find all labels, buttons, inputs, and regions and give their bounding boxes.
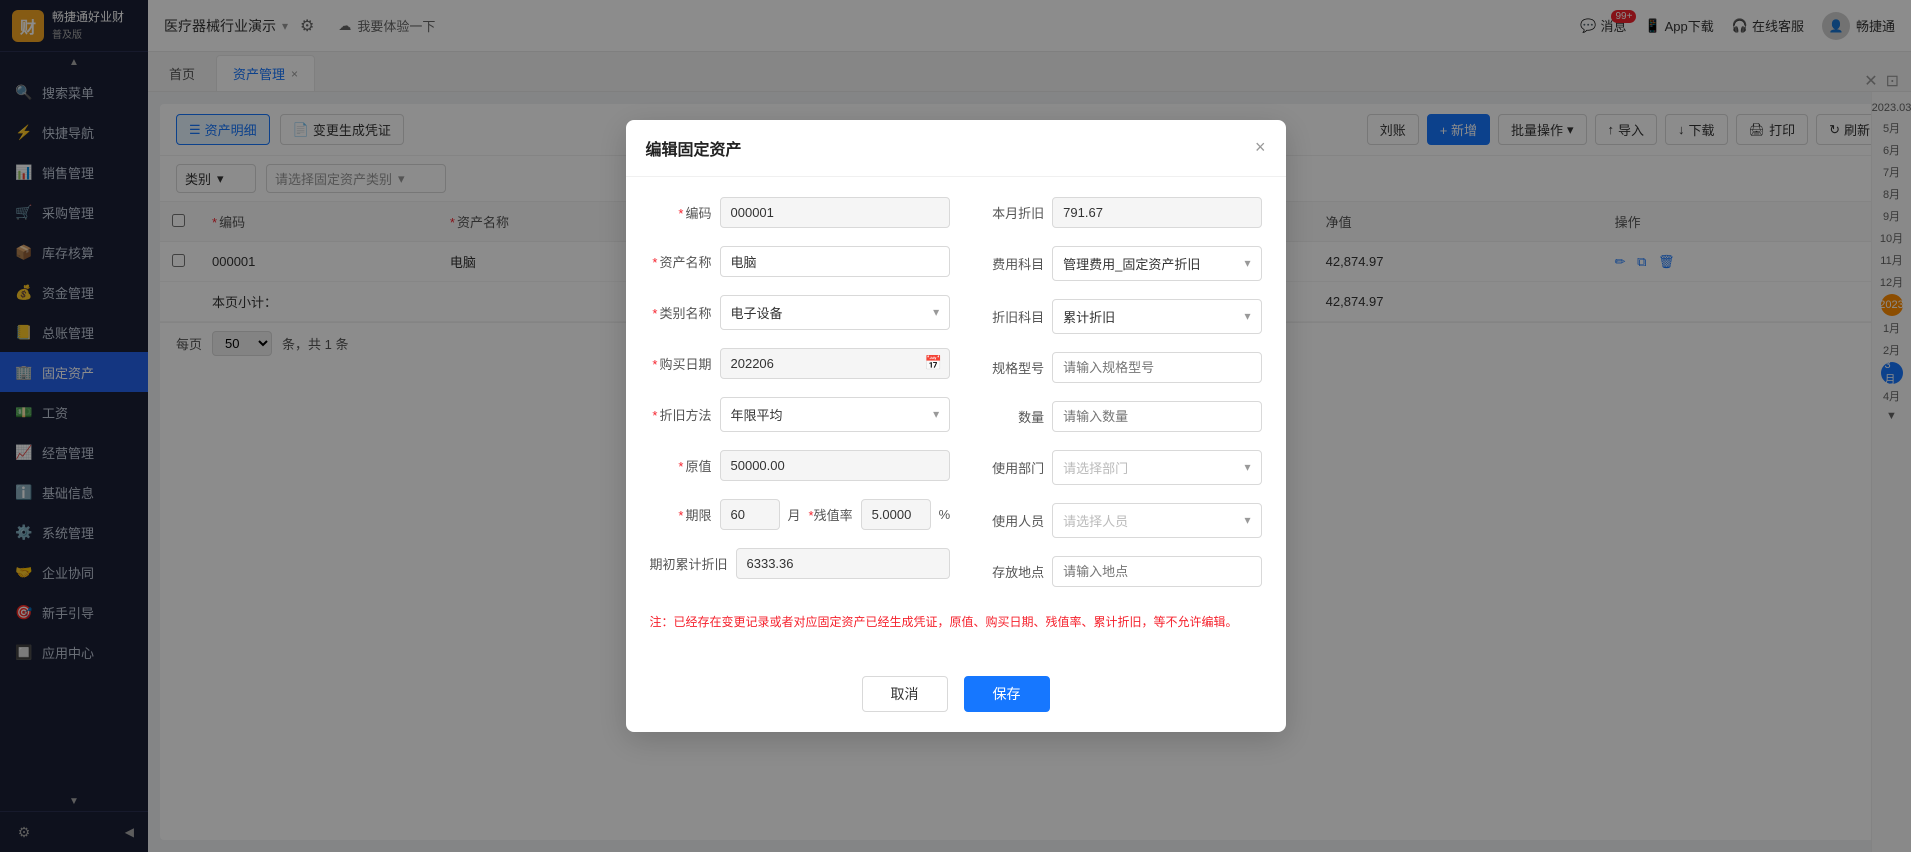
user-label: 使用人员 [982,511,1052,530]
name-label: *资产名称 [650,252,720,271]
residual-rate-input[interactable] [861,499,931,530]
form-row-location: 存放地点 [982,556,1261,587]
form-row-original-value: *原值 [650,450,951,481]
name-input[interactable] [720,246,951,277]
spec-input[interactable] [1052,352,1261,383]
form-row-dept: 使用部门 请选择部门 ▾ [982,450,1261,485]
form-row-user: 使用人员 请选择人员 ▾ [982,503,1261,538]
quantity-label: 数量 [982,407,1052,426]
residual-rate-unit: % [939,507,951,522]
purchase-date-input-wrapper: 📅 [720,348,951,379]
form-row-category: *类别名称 电子设备 ▾ [650,295,951,330]
dept-label: 使用部门 [982,458,1052,477]
original-value-label: *原值 [650,456,720,475]
dep-method-arrow: ▾ [933,407,939,421]
modal-title: 编辑固定资产 [646,136,1255,160]
modal-header: 编辑固定资产 × [626,120,1286,177]
period-inline: 月 *残值率 % [720,499,951,530]
form-row-period: *期限 月 *残值率 % [650,499,951,530]
modal-right-col: 本月折旧 费用科目 管理费用_固定资产折旧 ▾ [982,197,1261,605]
form-row-opening-accum-dep: 期初累计折旧 [650,548,951,579]
period-input[interactable] [720,499,780,530]
modal-close-button[interactable]: × [1255,137,1266,158]
residual-rate-label: *残值率 [809,505,853,524]
category-label: *类别名称 [650,303,720,322]
monthly-dep-label: 本月折旧 [982,203,1052,222]
dep-subject-value: 累计折旧 [1063,307,1115,326]
modal-overlay: 编辑固定资产 × *编码 *资产名 [0,0,1911,852]
original-value-input[interactable] [720,450,951,481]
expense-subject-arrow: ▾ [1244,256,1250,270]
form-row-dep-method: *折旧方法 年限平均 ▾ [650,397,951,432]
user-select[interactable]: 请选择人员 ▾ [1052,503,1261,538]
form-row-purchase-date: *购买日期 📅 [650,348,951,379]
dep-subject-label: 折旧科目 [982,307,1052,326]
form-row-name: *资产名称 [650,246,951,277]
save-button[interactable]: 保存 [964,676,1050,712]
expense-subject-label: 费用科目 [982,254,1052,273]
cancel-button[interactable]: 取消 [862,676,948,712]
opening-accum-dep-input[interactable] [736,548,951,579]
dept-select[interactable]: 请选择部门 ▾ [1052,450,1261,485]
form-row-code: *编码 [650,197,951,228]
purchase-date-label: *购买日期 [650,354,720,373]
form-row-spec: 规格型号 [982,352,1261,383]
spec-label: 规格型号 [982,358,1052,377]
form-row-monthly-dep: 本月折旧 [982,197,1261,228]
period-label: *期限 [650,505,720,524]
code-label: *编码 [650,203,720,222]
dep-method-value: 年限平均 [731,405,783,424]
dep-method-select[interactable]: 年限平均 ▾ [720,397,951,432]
category-select-arrow: ▾ [933,305,939,319]
monthly-dep-input[interactable] [1052,197,1261,228]
modal-note: 注：已经存在变更记录或者对应固定资产已经生成凭证，原值、购买日期、残值率、累计折… [650,605,1262,644]
location-input[interactable] [1052,556,1261,587]
modal-body: *编码 *资产名称 *类别名称 [626,177,1286,664]
expense-subject-select[interactable]: 管理费用_固定资产折旧 ▾ [1052,246,1261,281]
dept-placeholder: 请选择部门 [1063,458,1128,477]
category-select-value: 电子设备 [731,303,783,322]
form-row-expense-subject: 费用科目 管理费用_固定资产折旧 ▾ [982,246,1261,281]
dept-select-arrow: ▾ [1244,460,1250,474]
calendar-icon: 📅 [925,355,942,372]
modal-form: *编码 *资产名称 *类别名称 [650,197,1262,605]
code-input[interactable] [720,197,951,228]
edit-asset-modal: 编辑固定资产 × *编码 *资产名 [626,120,1286,732]
location-label: 存放地点 [982,562,1052,581]
expense-subject-value: 管理费用_固定资产折旧 [1063,254,1200,273]
user-select-arrow: ▾ [1244,513,1250,527]
form-row-dep-subject: 折旧科目 累计折旧 ▾ [982,299,1261,334]
modal-footer: 取消 保存 [626,664,1286,732]
dep-subject-arrow: ▾ [1244,309,1250,323]
purchase-date-input[interactable] [720,348,951,379]
user-placeholder: 请选择人员 [1063,511,1128,530]
category-select[interactable]: 电子设备 ▾ [720,295,951,330]
opening-accum-dep-label: 期初累计折旧 [650,554,736,573]
modal-left-col: *编码 *资产名称 *类别名称 [650,197,951,605]
quantity-input[interactable] [1052,401,1261,432]
dep-method-label: *折旧方法 [650,405,720,424]
period-unit: 月 [788,505,801,524]
dep-subject-select[interactable]: 累计折旧 ▾ [1052,299,1261,334]
form-row-quantity: 数量 [982,401,1261,432]
